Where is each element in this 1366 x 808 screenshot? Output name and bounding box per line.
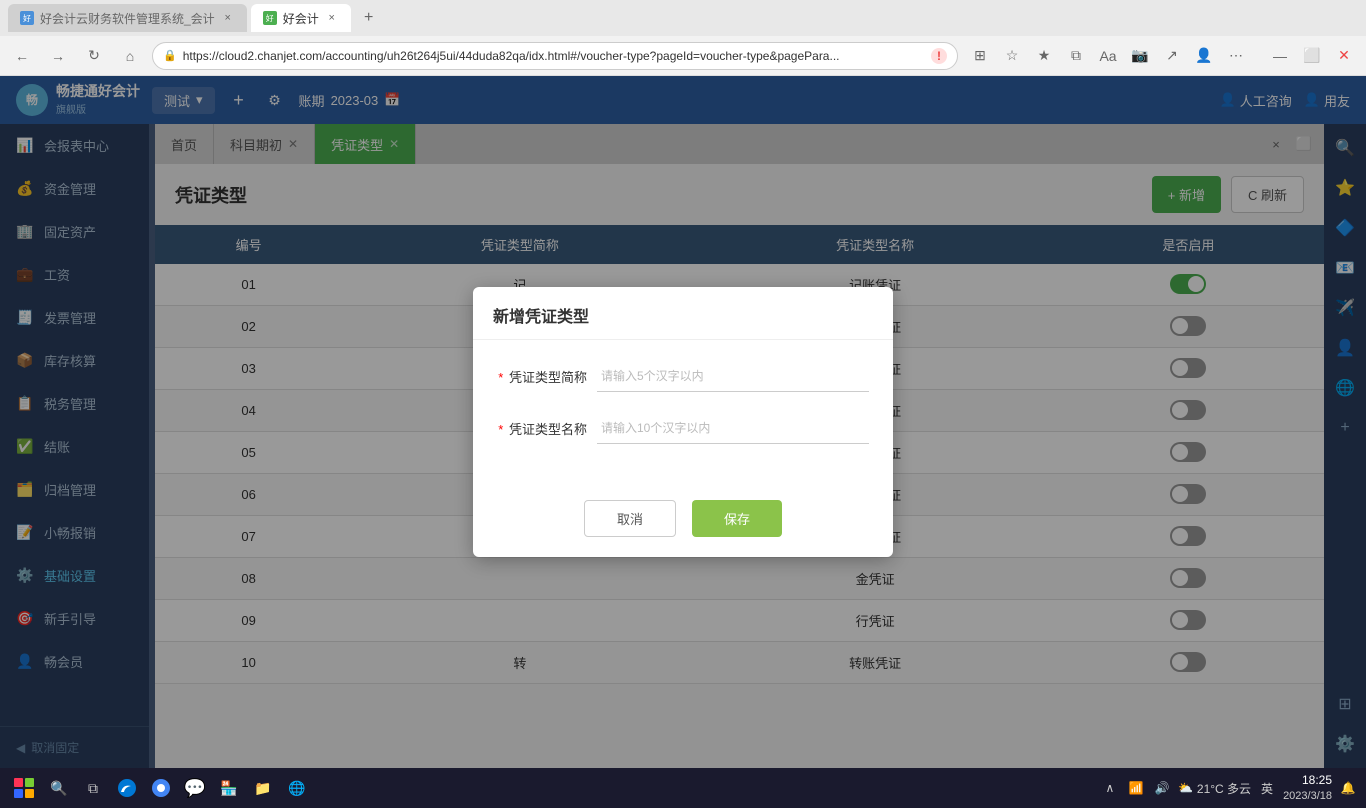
browser-tab-1[interactable]: 好 好会计云财务软件管理系统_会计 × bbox=[8, 4, 247, 32]
minimize-button[interactable]: — bbox=[1266, 42, 1294, 70]
taskbar-chrome[interactable] bbox=[146, 773, 176, 803]
collections-icon[interactable]: ★ bbox=[1030, 42, 1058, 70]
tab-close-1[interactable]: × bbox=[221, 11, 235, 25]
address-bar: ← → ↻ ⌂ 🔒 https://cloud2.chanjet.com/acc… bbox=[0, 36, 1366, 76]
close-button[interactable]: ✕ bbox=[1330, 42, 1358, 70]
taskbar-edge2[interactable]: 🌐 bbox=[282, 773, 312, 803]
save-button[interactable]: 保存 bbox=[692, 500, 782, 537]
tray-notification[interactable]: 🔔 bbox=[1338, 778, 1358, 798]
cancel-button[interactable]: 取消 bbox=[584, 500, 676, 537]
taskbar-taskview[interactable]: ⧉ bbox=[78, 773, 108, 803]
weather-text: 21°C 多云 bbox=[1197, 780, 1251, 797]
share-icon[interactable]: ↗ bbox=[1158, 42, 1186, 70]
maximize-button[interactable]: ⬜ bbox=[1298, 42, 1326, 70]
taskbar-folder[interactable]: 📁 bbox=[248, 773, 278, 803]
tab-favicon-1: 好 bbox=[20, 11, 34, 25]
modal-title: 新增凭证类型 bbox=[493, 303, 873, 327]
web-capture-icon[interactable]: 📷 bbox=[1126, 42, 1154, 70]
system-tray: ∧ 📶 🔊 ⛅ 21°C 多云 英 18:25 2023/3/18 🔔 bbox=[1100, 772, 1358, 804]
required-indicator-2: * bbox=[498, 422, 503, 437]
taskbar-edge[interactable] bbox=[112, 773, 142, 803]
menu-icon[interactable]: ⋯ bbox=[1222, 42, 1250, 70]
tray-speaker[interactable]: 🔊 bbox=[1152, 778, 1172, 798]
time-display: 18:25 bbox=[1283, 772, 1332, 789]
taskbar-wechat[interactable]: 💬 bbox=[180, 773, 210, 803]
date-display: 2023/3/18 bbox=[1283, 789, 1332, 804]
start-button[interactable] bbox=[8, 772, 40, 804]
refresh-button[interactable]: ↻ bbox=[80, 42, 108, 70]
form-label-name: * 凭证类型名称 bbox=[497, 419, 587, 438]
tab-close-2[interactable]: × bbox=[325, 11, 339, 25]
add-voucher-type-modal: 新增凭证类型 * 凭证类型简称 * 凭证类型名称 取消 保存 bbox=[473, 287, 893, 557]
taskbar-search[interactable]: 🔍 bbox=[44, 773, 74, 803]
extensions-icon[interactable]: ⊞ bbox=[966, 42, 994, 70]
form-row-name: * 凭证类型名称 bbox=[497, 412, 869, 444]
back-button[interactable]: ← bbox=[8, 42, 36, 70]
url-text: https://cloud2.chanjet.com/accounting/uh… bbox=[183, 49, 925, 63]
favorites-icon[interactable]: ☆ bbox=[998, 42, 1026, 70]
split-view-icon[interactable]: ⧉ bbox=[1062, 42, 1090, 70]
modal-body: * 凭证类型简称 * 凭证类型名称 bbox=[473, 340, 893, 484]
modal-header: 新增凭证类型 bbox=[473, 287, 893, 340]
tray-lang[interactable]: 英 bbox=[1257, 778, 1277, 798]
tab-favicon-2: 好 bbox=[263, 11, 277, 25]
browser-chrome: 好 好会计云财务软件管理系统_会计 × 好 好会计 × + ← → ↻ ⌂ 🔒 … bbox=[0, 0, 1366, 76]
form-row-short: * 凭证类型简称 bbox=[497, 360, 869, 392]
modal-footer: 取消 保存 bbox=[473, 484, 893, 557]
read-aloud-icon[interactable]: Aa bbox=[1094, 42, 1122, 70]
short-name-input[interactable] bbox=[597, 360, 869, 392]
tray-network[interactable]: 📶 bbox=[1126, 778, 1146, 798]
weather-display: ⛅ 21°C 多云 bbox=[1178, 780, 1251, 797]
profile-icon[interactable]: 👤 bbox=[1190, 42, 1218, 70]
forward-button[interactable]: → bbox=[44, 42, 72, 70]
browser-tab-2[interactable]: 好 好会计 × bbox=[251, 4, 351, 32]
taskbar: 🔍 ⧉ 💬 🏪 📁 🌐 ∧ 📶 🔊 ⛅ 21°C 多云 英 18:25 2023… bbox=[0, 768, 1366, 808]
full-name-input[interactable] bbox=[597, 412, 869, 444]
tab-title-2: 好会计 bbox=[283, 10, 319, 27]
browser-toolbar: ⊞ ☆ ★ ⧉ Aa 📷 ↗ 👤 ⋯ bbox=[966, 42, 1250, 70]
form-label-short: * 凭证类型简称 bbox=[497, 367, 587, 386]
modal-overlay: 新增凭证类型 * 凭证类型简称 * 凭证类型名称 取消 保存 bbox=[0, 76, 1366, 768]
required-indicator: * bbox=[498, 370, 503, 385]
tab-bar: 好 好会计云财务软件管理系统_会计 × 好 好会计 × + bbox=[0, 0, 1366, 36]
home-button[interactable]: ⌂ bbox=[116, 42, 144, 70]
lock-icon: 🔒 bbox=[163, 49, 177, 62]
tray-up-arrow[interactable]: ∧ bbox=[1100, 778, 1120, 798]
url-box[interactable]: 🔒 https://cloud2.chanjet.com/accounting/… bbox=[152, 42, 958, 70]
weather-icon: ⛅ bbox=[1178, 781, 1193, 795]
taskbar-store[interactable]: 🏪 bbox=[214, 773, 244, 803]
new-tab-button[interactable]: + bbox=[355, 4, 383, 32]
security-warning: ! bbox=[931, 48, 947, 64]
clock: 18:25 2023/3/18 bbox=[1283, 772, 1332, 804]
tab-title-1: 好会计云财务软件管理系统_会计 bbox=[40, 10, 215, 27]
